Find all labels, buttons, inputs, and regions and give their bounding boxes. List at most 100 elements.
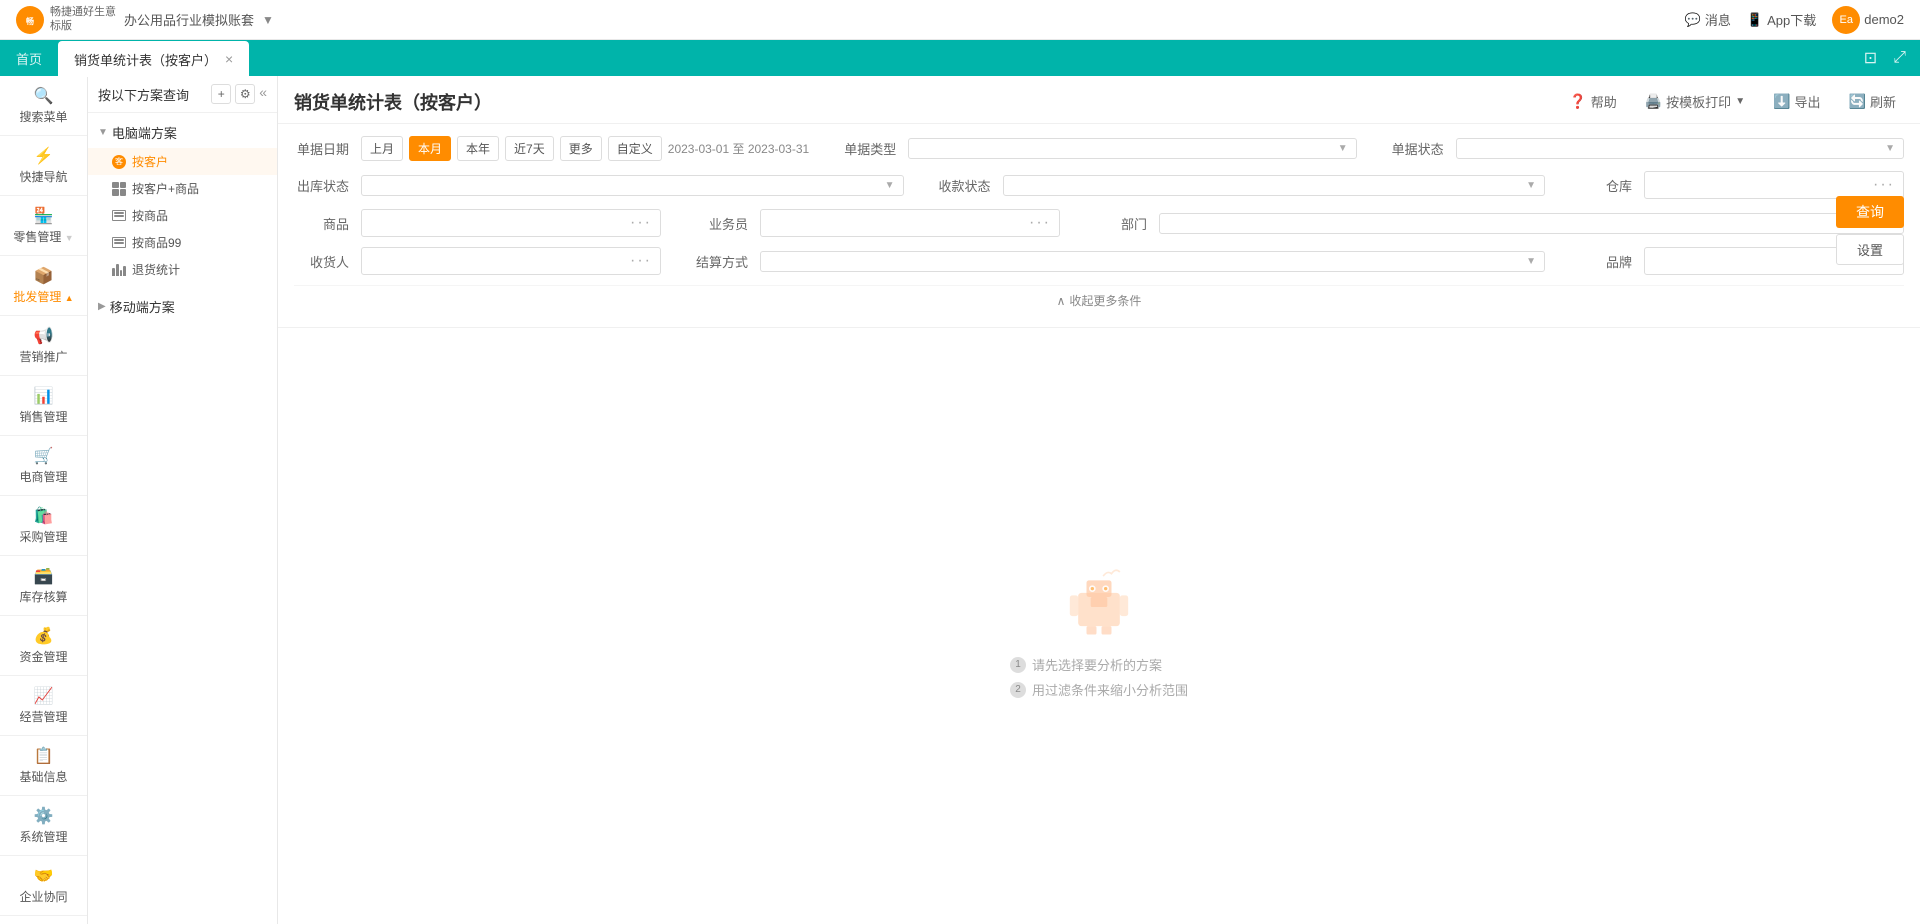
empty-tip-2: 2 用过滤条件来缩小分析范围 [1010,680,1188,699]
doc-type-arrow-icon: ▼ [1338,143,1348,154]
sidebar: 🔍 搜索菜单 ⚡ 快捷导航 🏪 零售管理 ▼ 📦 批发管理 ▲ 📢 营销推广 📊… [0,76,88,924]
system-dropdown[interactable]: ▼ [262,13,274,27]
salesman-input[interactable]: ··· [760,209,1060,237]
date-last-month-btn[interactable]: 上月 [361,136,403,161]
header-left: 畅 畅捷通好生意 标版 办公用品行业模拟账套 ▼ [16,6,274,34]
tab-close-button[interactable]: × [225,51,233,67]
by-goods99-label: 按商品99 [132,234,181,251]
print-dropdown-icon: ▼ [1735,96,1745,107]
sidebar-basic-info-label: 基础信息 [19,770,67,784]
sidebar-item-ecommerce[interactable]: 🛒 电商管理 [0,436,87,496]
scheme-item-by-goods99[interactable]: 按商品99 [88,229,277,256]
salesman-ellipsis-icon: ··· [1029,214,1051,232]
dept-select[interactable]: ▼ [1159,213,1904,234]
date-this-year-btn[interactable]: 本年 [457,136,499,161]
logo-area: 畅 畅捷通好生意 标版 [16,6,116,34]
date-last7-btn[interactable]: 近7天 [505,136,554,161]
panel-collapse-button[interactable]: « [259,84,267,104]
page-actions: ❓ 帮助 🖨️ 按模板打印 ▼ ⬇️ 导出 🔄 刷新 [1561,88,1904,115]
retail-expand-icon: ▼ [65,233,74,243]
message-label: 消息 [1705,10,1731,29]
settings-button[interactable]: 设置 [1836,234,1904,265]
scheme-group-pc-header[interactable]: ▼ 电脑端方案 [88,117,277,148]
date-this-month-btn[interactable]: 本月 [409,136,451,161]
pc-group-arrow-icon: ▼ [98,127,108,138]
sidebar-item-retail[interactable]: 🏪 零售管理 ▼ [0,196,87,256]
collapse-filter-button[interactable]: ∧ 收起更多条件 [294,285,1904,315]
message-action[interactable]: 💬 消息 [1685,10,1731,29]
goods-ellipsis-icon: ··· [630,214,652,232]
doc-status-select[interactable]: ▼ [1456,138,1904,159]
mobile-group-arrow-icon: ▶ [98,301,106,312]
out-status-select[interactable]: ▼ [361,175,904,196]
sidebar-item-marketing[interactable]: 📢 营销推广 [0,316,87,376]
sidebar-item-search[interactable]: 🔍 搜索菜单 [0,76,87,136]
message-icon: 💬 [1685,12,1701,28]
export-button[interactable]: ⬇️ 导出 [1765,88,1828,115]
sidebar-item-purchase[interactable]: 🛍️ 采购管理 [0,496,87,556]
goods-input[interactable]: ··· [361,209,661,237]
scheme-item-by-customer[interactable]: 客 按客户 [88,148,277,175]
return-stats-icon [112,264,126,276]
print-label: 按模板打印 [1666,92,1731,111]
settlement-select[interactable]: ▼ [760,251,1545,272]
sidebar-item-collab[interactable]: 🤝 企业协同 [0,856,87,916]
scheme-item-customer-goods[interactable]: 按客户+商品 [88,175,277,202]
sidebar-quick-nav-label: 快捷导航 [19,170,67,184]
scheme-item-by-goods[interactable]: 按商品 [88,202,277,229]
warehouse-input[interactable]: ··· [1644,171,1904,199]
sidebar-business-label: 经营管理 [19,710,67,724]
tab-home-label: 首页 [16,49,42,68]
date-more-btn[interactable]: 更多 [560,136,602,161]
dept-label: 部门 [1092,214,1147,233]
basic-info-icon: 📋 [6,746,81,766]
sidebar-item-inventory[interactable]: 🗃️ 库存核算 [0,556,87,616]
left-panel-header: 按以下方案查询 + ⚙ « [88,76,277,113]
tab-sales-stats[interactable]: 销货单统计表（按客户） × [58,41,249,77]
sidebar-wholesale-label: 批发管理 [13,290,61,304]
export-icon: ⬇️ [1773,93,1790,110]
by-goods99-icon [112,237,126,248]
sidebar-item-wholesale[interactable]: 📦 批发管理 ▲ [0,256,87,316]
by-customer-icon: 客 [112,155,126,169]
receiver-input[interactable]: ··· [361,247,661,275]
add-scheme-button[interactable]: + [211,84,231,104]
user-name: demo2 [1864,12,1904,27]
sidebar-item-system[interactable]: ⚙️ 系统管理 [0,796,87,856]
avatar: Ea [1832,6,1860,34]
tab-maximize-button[interactable]: ⤢ [1887,47,1912,69]
app-download-action[interactable]: 📱 App下载 [1747,10,1816,29]
sidebar-item-sales[interactable]: 📊 销售管理 [0,376,87,436]
sidebar-item-finance[interactable]: 💰 资金管理 [0,616,87,676]
inventory-icon: 🗃️ [6,566,81,586]
sidebar-system-label: 系统管理 [19,830,67,844]
tab-restore-button[interactable]: ⊡ [1858,46,1883,70]
tip-num-1: 1 [1010,657,1026,673]
doc-type-select[interactable]: ▼ [908,138,1356,159]
help-button[interactable]: ❓ 帮助 [1561,88,1624,115]
tab-sales-stats-label: 销货单统计表（按客户） [74,50,217,69]
sales-icon: 📊 [6,386,81,406]
sidebar-ecommerce-label: 电商管理 [19,470,67,484]
user-menu[interactable]: Ea demo2 [1832,6,1904,34]
quick-nav-icon: ⚡ [6,146,81,166]
left-panel-actions: + ⚙ « [211,84,267,104]
sidebar-item-business[interactable]: 📈 经营管理 [0,676,87,736]
logo-text: 畅捷通好生意 标版 [50,6,116,32]
date-custom-btn[interactable]: 自定义 [608,136,662,161]
date-label: 单据日期 [294,139,349,158]
print-button[interactable]: 🖨️ 按模板打印 ▼ [1637,88,1753,115]
logo-icon: 畅 [16,6,44,34]
sidebar-item-quick-nav[interactable]: ⚡ 快捷导航 [0,136,87,196]
refresh-button[interactable]: 🔄 刷新 [1841,88,1904,115]
sidebar-item-guide[interactable]: 🎯 新手引导 [0,916,87,924]
query-button[interactable]: 查询 [1836,196,1904,228]
scheme-item-return-stats[interactable]: 退货统计 [88,256,277,283]
scheme-settings-button[interactable]: ⚙ [235,84,255,104]
tab-home[interactable]: 首页 [0,40,58,76]
warehouse-ellipsis-icon: ··· [1873,176,1895,194]
scheme-group-mobile-header[interactable]: ▶ 移动端方案 [88,291,277,322]
sidebar-item-basic-info[interactable]: 📋 基础信息 [0,736,87,796]
app-download-label: App下载 [1767,10,1816,29]
payment-status-select[interactable]: ▼ [1003,175,1546,196]
